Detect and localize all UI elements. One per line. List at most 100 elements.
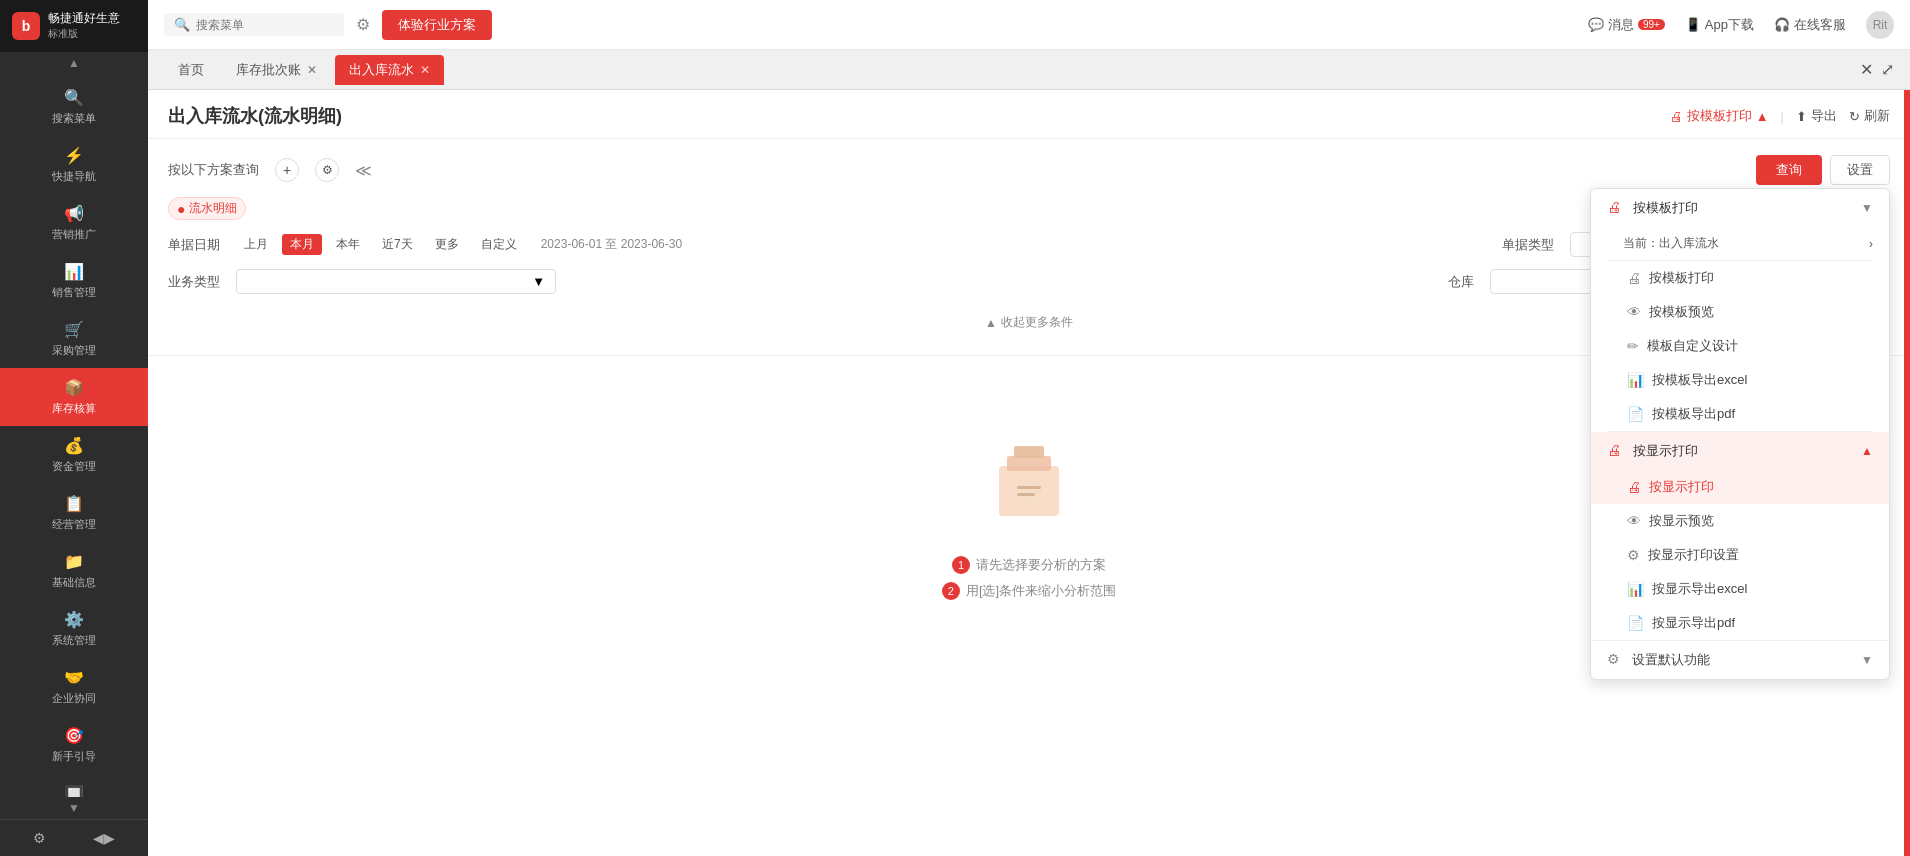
topbar-gear-icon[interactable]: ⚙ xyxy=(356,15,370,34)
dp-template-custom-item[interactable]: ✏ 模板自定义设计 xyxy=(1591,329,1889,363)
message-action[interactable]: 💬 消息 99+ xyxy=(1588,16,1665,34)
dp-template-preview-label: 按模板预览 xyxy=(1649,303,1714,321)
date-shortcut-上月[interactable]: 上月 xyxy=(236,234,276,255)
dp-custom-icon: ✏ xyxy=(1627,338,1639,354)
search-box[interactable]: 🔍 xyxy=(164,13,344,36)
tab-0[interactable]: 首页 xyxy=(164,55,218,85)
query-button[interactable]: 查询 xyxy=(1756,155,1822,185)
dp-section2-label: 按显示打印 xyxy=(1633,443,1698,458)
svg-point-3 xyxy=(1017,479,1041,503)
sidebar-label-8: 基础信息 xyxy=(52,575,96,590)
svg-rect-4 xyxy=(1017,486,1041,489)
sidebar-label-10: 企业协同 xyxy=(52,691,96,706)
filter-add-button[interactable]: + xyxy=(275,158,299,182)
sidebar-item-6[interactable]: 💰 资金管理 xyxy=(0,426,148,484)
filter-setting-button[interactable]: ⚙ xyxy=(315,158,339,182)
dp-preview-icon: 👁 xyxy=(1627,304,1641,320)
sidebar-label-11: 新手引导 xyxy=(52,749,96,764)
dp-display-pdf-item[interactable]: 📄 按显示导出pdf xyxy=(1591,606,1889,640)
tab-close-1[interactable]: ✕ xyxy=(307,63,317,77)
filter-action-buttons: 查询 设置 xyxy=(1756,155,1890,185)
sidebar-item-0[interactable]: 🔍 搜索菜单 xyxy=(0,78,148,136)
dp-section1-header[interactable]: 🖨 按模板打印 ▼ xyxy=(1591,189,1889,227)
sidebar-item-2[interactable]: 📢 营销推广 xyxy=(0,194,148,252)
search-input[interactable] xyxy=(196,18,316,32)
sidebar-item-7[interactable]: 📋 经营管理 xyxy=(0,484,148,542)
collapse-icon: ▲ xyxy=(985,316,997,330)
message-badge: 99+ xyxy=(1638,19,1665,30)
sidebar-scroll-up[interactable]: ▲ xyxy=(0,52,148,74)
svg-rect-2 xyxy=(1014,446,1044,458)
date-shortcut-更多[interactable]: 更多 xyxy=(427,234,467,255)
sidebar-item-11[interactable]: 🎯 新手引导 xyxy=(0,716,148,774)
customer-service-action[interactable]: 🎧 在线客服 xyxy=(1774,16,1846,34)
industry-button[interactable]: 体验行业方案 xyxy=(382,10,492,40)
refresh-button[interactable]: ↻ 刷新 xyxy=(1849,107,1890,125)
sidebar-item-1[interactable]: ⚡ 快捷导航 xyxy=(0,136,148,194)
sidebar-settings-icon[interactable]: ⚙ xyxy=(33,830,46,846)
empty-hint-2: 2 用[选]条件来缩小分析范围 xyxy=(942,582,1116,600)
sidebar-item-5[interactable]: 📦 库存核算 xyxy=(0,368,148,426)
logo-icon: b xyxy=(12,12,40,40)
resize-handle[interactable] xyxy=(1904,90,1910,856)
date-shortcut-自定义[interactable]: 自定义 xyxy=(473,234,525,255)
sidebar-label-0: 搜索菜单 xyxy=(52,111,96,126)
biz-type-select[interactable]: ▼ xyxy=(236,269,556,294)
dp-section1-label: 按模板打印 xyxy=(1633,200,1698,215)
filter-row-1: 按以下方案查询 + ⚙ ≪ 查询 设置 xyxy=(168,155,1890,185)
dp-display-print-icon: 🖨 xyxy=(1627,479,1641,495)
tab-1[interactable]: 库存批次账✕ xyxy=(222,55,331,85)
refresh-icon: ↻ xyxy=(1849,109,1860,124)
dp-template-pdf-item[interactable]: 📄 按模板导出pdf xyxy=(1591,397,1889,431)
date-shortcut-近7天[interactable]: 近7天 xyxy=(374,234,421,255)
sidebar-item-10[interactable]: 🤝 企业协同 xyxy=(0,658,148,716)
tab-close-all-icon[interactable]: ✕ xyxy=(1860,60,1873,79)
date-range: 2023-06-01 至 2023-06-30 xyxy=(541,236,682,253)
dp-template-print-item[interactable]: 🖨 按模板打印 xyxy=(1591,261,1889,295)
export-button[interactable]: ⬆ 导出 xyxy=(1796,107,1837,125)
filter-collapse-button[interactable]: ≪ xyxy=(355,161,372,180)
sidebar-item-4[interactable]: 🛒 采购管理 xyxy=(0,310,148,368)
printer-icon: 🖨 xyxy=(1670,109,1683,124)
sidebar-label-6: 资金管理 xyxy=(52,459,96,474)
tab-maximize-icon[interactable]: ⤢ xyxy=(1881,60,1894,79)
dp-section2-header[interactable]: 🖨 按显示打印 ▲ xyxy=(1591,432,1889,470)
hint2-text: 用[选]条件来缩小分析范围 xyxy=(966,582,1116,600)
dp-display-print-item[interactable]: 🖨 按显示打印 xyxy=(1591,470,1889,504)
dp-footer-label: 设置默认功能 xyxy=(1632,652,1710,667)
dp-template-preview-item[interactable]: 👁 按模板预览 xyxy=(1591,295,1889,329)
date-shortcut-本月[interactable]: 本月 xyxy=(282,234,322,255)
sidebar-item-3[interactable]: 📊 销售管理 xyxy=(0,252,148,310)
dp-display-pdf-icon: 📄 xyxy=(1627,615,1644,631)
sidebar-item-9[interactable]: ⚙️ 系统管理 xyxy=(0,600,148,658)
dp-footer[interactable]: ⚙ 设置默认功能 ▼ xyxy=(1591,640,1889,679)
sidebar-item-12[interactable]: 🔲 应用中心 xyxy=(0,774,148,797)
sidebar-icon-2: 📢 xyxy=(64,204,84,223)
dp-display-settings-label: 按显示打印设置 xyxy=(1648,546,1739,564)
sidebar-scroll-down[interactable]: ▼ xyxy=(0,797,148,819)
message-icon: 💬 xyxy=(1588,17,1604,32)
dp-template-excel-item[interactable]: 📊 按模板导出excel xyxy=(1591,363,1889,397)
dp-display-settings-item[interactable]: ⚙ 按显示打印设置 xyxy=(1591,538,1889,572)
dropdown-arrow-icon: ▲ xyxy=(1756,109,1769,124)
date-shortcut-本年[interactable]: 本年 xyxy=(328,234,368,255)
dp-template-pdf-label: 按模板导出pdf xyxy=(1652,405,1735,423)
sidebar-icon-11: 🎯 xyxy=(64,726,84,745)
dp-print-icon: 🖨 xyxy=(1627,270,1641,286)
tab-close-2[interactable]: ✕ xyxy=(420,63,430,77)
app-badge: 标准版 xyxy=(48,27,120,41)
app-download-action[interactable]: 📱 App下载 xyxy=(1685,16,1754,34)
search-icon: 🔍 xyxy=(174,17,190,32)
filter-search-label: 按以下方案查询 xyxy=(168,161,259,179)
dp-display-preview-item[interactable]: 👁 按显示预览 xyxy=(1591,504,1889,538)
app-name: 畅捷通好生意 xyxy=(48,11,120,27)
dp-current-item: 当前：出入库流水 › xyxy=(1591,227,1889,260)
dp-display-excel-item[interactable]: 📊 按显示导出excel xyxy=(1591,572,1889,606)
sidebar-collapse-icon[interactable]: ◀▶ xyxy=(93,830,115,846)
tab-2[interactable]: 出入库流水✕ xyxy=(335,55,444,85)
sidebar-item-8[interactable]: 📁 基础信息 xyxy=(0,542,148,600)
template-print-button[interactable]: 🖨 按模板打印 ▲ xyxy=(1670,107,1769,125)
settings-button[interactable]: 设置 xyxy=(1830,155,1890,185)
sidebar-icon-6: 💰 xyxy=(64,436,84,455)
user-avatar[interactable]: Rit xyxy=(1866,11,1894,39)
